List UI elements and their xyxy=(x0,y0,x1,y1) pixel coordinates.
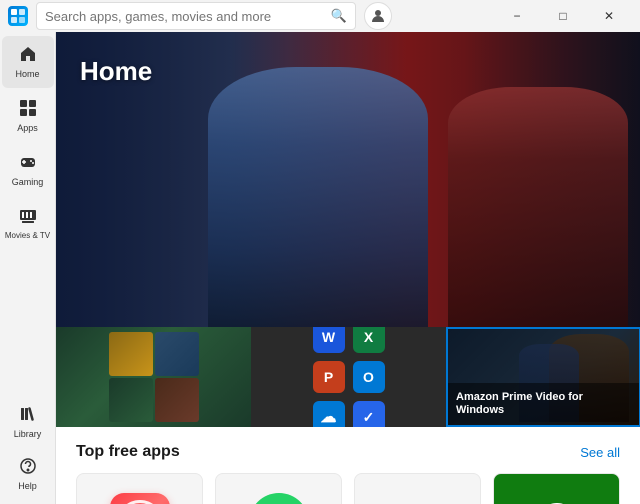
sidebar-item-gaming[interactable]: Gaming xyxy=(2,144,54,196)
featured-carousel: W X P O ☁ ✓ Amazon Prime Video for Windo… xyxy=(56,327,640,427)
outlook-icon: O xyxy=(353,361,385,393)
excel-icon: X xyxy=(353,327,385,353)
office-icons: W X P O ☁ ✓ xyxy=(313,327,385,427)
hero-silhouette-mid xyxy=(208,67,428,327)
sidebar-item-movies-tv-label: Movies & TV xyxy=(5,232,50,241)
store-icon xyxy=(8,6,28,26)
hero-banner: Home xyxy=(56,32,640,327)
sidebar-item-help[interactable]: Help xyxy=(2,448,54,500)
sidebar-item-gaming-label: Gaming xyxy=(12,178,44,188)
home-icon xyxy=(19,45,37,68)
titlebar: 🔍 − □ ✕ xyxy=(0,0,640,32)
xbox-icon xyxy=(532,498,582,504)
maximize-button[interactable]: □ xyxy=(540,0,586,32)
todo-icon: ✓ xyxy=(353,401,385,427)
sidebar-item-apps-label: Apps xyxy=(17,124,38,134)
whatsapp-icon xyxy=(249,493,309,504)
minimize-button[interactable]: − xyxy=(494,0,540,32)
section-title: Top free apps xyxy=(76,443,180,461)
library-icon xyxy=(19,405,37,428)
word-icon: W xyxy=(313,327,345,353)
app-card-apple-music[interactable] xyxy=(76,473,203,504)
profile-button[interactable] xyxy=(364,2,392,30)
app-card-whatsapp[interactable] xyxy=(215,473,342,504)
content-area: Home W X P xyxy=(56,32,640,504)
sidebar-item-help-label: Help xyxy=(18,482,37,492)
window-controls: − □ ✕ xyxy=(494,0,632,32)
section-header: Top free apps See all xyxy=(76,443,620,461)
sidebar-item-library-label: Library xyxy=(14,430,42,440)
search-input[interactable] xyxy=(45,9,331,24)
apps-icon xyxy=(19,99,37,122)
sidebar-item-library[interactable]: Library xyxy=(2,396,54,448)
see-all-link[interactable]: See all xyxy=(580,445,620,460)
movies-tv-icon xyxy=(19,207,37,230)
app-card-xbox[interactable] xyxy=(493,473,620,504)
amazon-overlay: Amazon Prime Video for Windows xyxy=(448,383,639,425)
sidebar-item-apps[interactable]: Apps xyxy=(2,90,54,142)
main-layout: Home Apps xyxy=(0,32,640,504)
close-button[interactable]: ✕ xyxy=(586,0,632,32)
amazon-title: Amazon Prime Video for Windows xyxy=(456,391,631,417)
search-box[interactable]: 🔍 xyxy=(36,2,356,30)
sidebar-item-home[interactable]: Home xyxy=(2,36,54,88)
sidebar: Home Apps xyxy=(0,32,56,504)
carousel-item-office[interactable]: W X P O ☁ ✓ xyxy=(251,327,446,427)
ppt-icon: P xyxy=(313,361,345,393)
carousel-item-amazon[interactable]: Amazon Prime Video for Windows xyxy=(446,327,640,427)
help-icon xyxy=(19,457,37,480)
hero-title: Home xyxy=(80,56,152,87)
titlebar-left: 🔍 xyxy=(8,2,392,30)
onedrive-icon: ☁ xyxy=(313,401,345,427)
apple-music-icon xyxy=(110,493,170,504)
hero-people xyxy=(116,32,640,327)
hero-silhouette-right xyxy=(448,87,628,327)
app-card-netflix[interactable]: NETFLIX xyxy=(354,473,481,504)
top-free-apps-section: Top free apps See all xyxy=(56,427,640,504)
search-icon: 🔍 xyxy=(331,8,347,24)
gaming-icon xyxy=(19,153,37,176)
sidebar-bottom: Library Help xyxy=(2,396,54,504)
carousel-item-game[interactable] xyxy=(56,327,251,427)
sidebar-item-home-label: Home xyxy=(15,70,39,80)
sidebar-item-movies-tv[interactable]: Movies & TV xyxy=(2,198,54,250)
apps-grid: NETFLIX xyxy=(76,473,620,504)
